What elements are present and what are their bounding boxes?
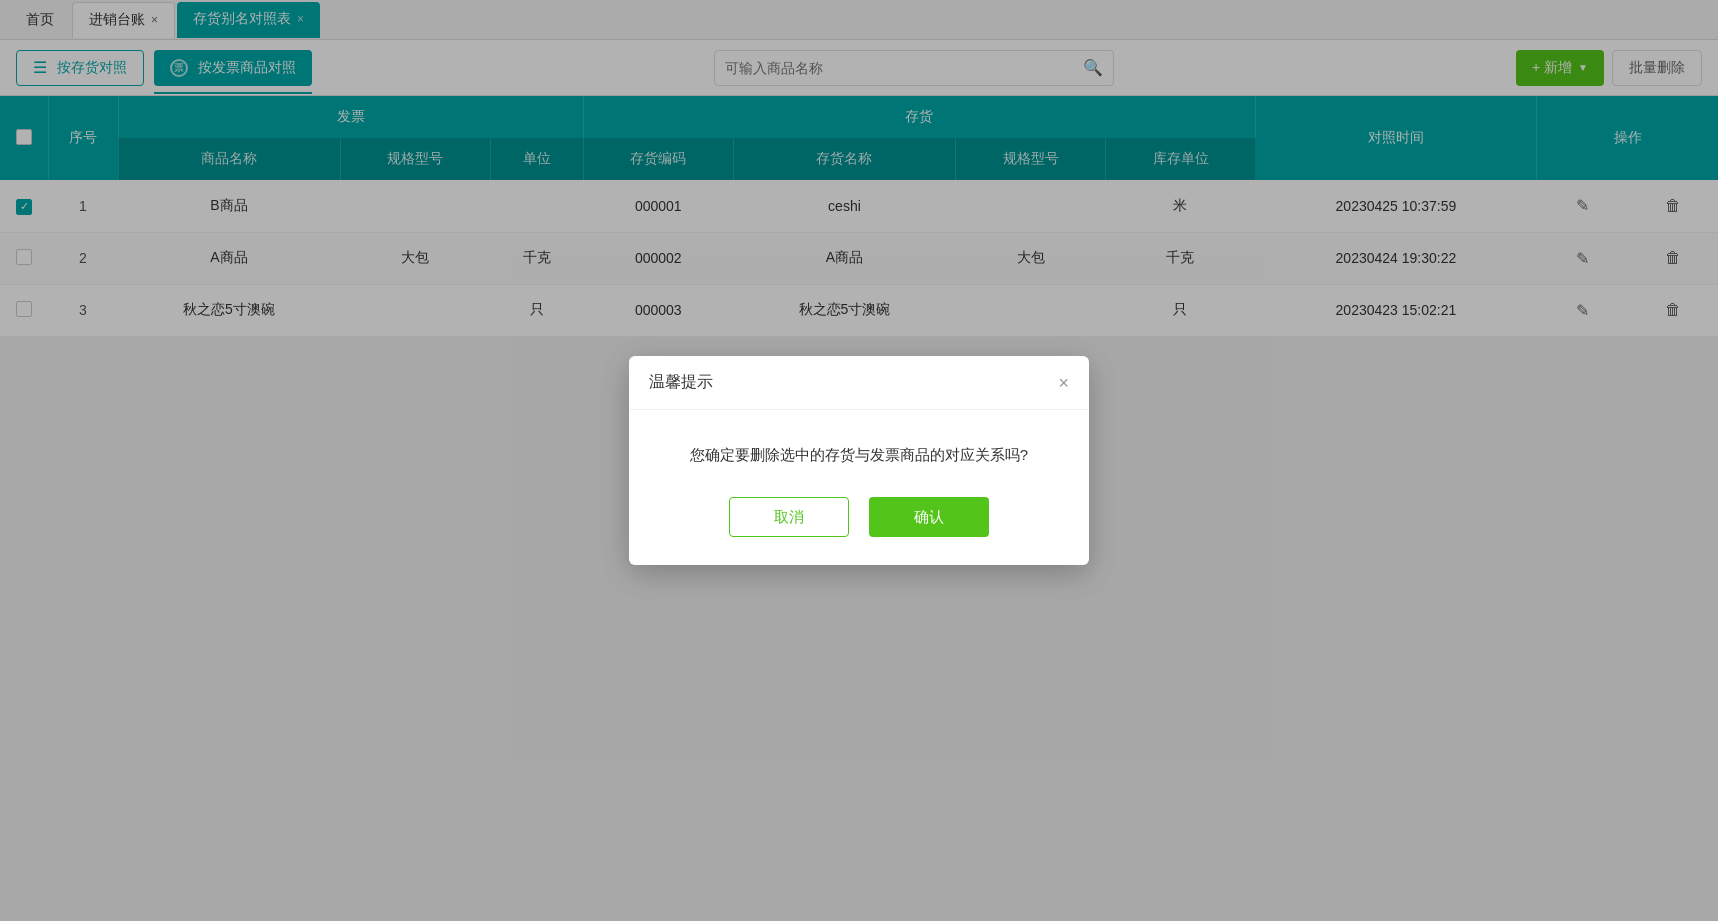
- modal-body: 您确定要删除选中的存货与发票商品的对应关系吗?: [629, 410, 1089, 489]
- modal-message: 您确定要删除选中的存货与发票商品的对应关系吗?: [690, 446, 1028, 463]
- confirm-label: 确认: [914, 508, 944, 525]
- modal-footer: 取消 确认: [629, 489, 1089, 565]
- modal-title: 温馨提示: [649, 372, 713, 393]
- cancel-label: 取消: [774, 508, 804, 525]
- cancel-button[interactable]: 取消: [729, 497, 849, 537]
- confirm-modal: 温馨提示 × 您确定要删除选中的存货与发票商品的对应关系吗? 取消 确认: [629, 356, 1089, 565]
- modal-close-button[interactable]: ×: [1058, 374, 1069, 392]
- confirm-button[interactable]: 确认: [869, 497, 989, 537]
- modal-header: 温馨提示 ×: [629, 356, 1089, 410]
- modal-overlay: 温馨提示 × 您确定要删除选中的存货与发票商品的对应关系吗? 取消 确认: [0, 0, 1718, 921]
